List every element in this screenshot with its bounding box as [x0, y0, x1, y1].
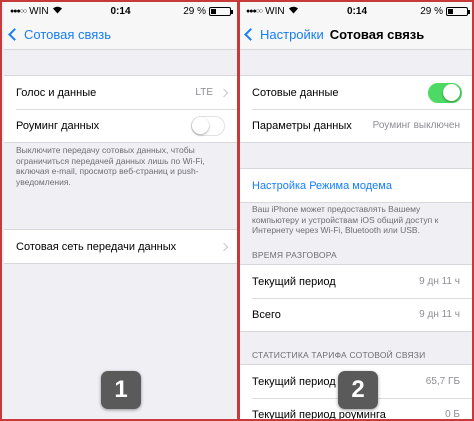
chevron-left-icon	[244, 28, 257, 41]
hotspot-group: Настройка Режима модема	[240, 168, 472, 203]
network-group: Сотовая сеть передачи данных	[4, 229, 237, 264]
wifi-icon	[288, 5, 299, 17]
cellular-network-row[interactable]: Сотовая сеть передачи данных	[4, 230, 237, 263]
nav-bar: Настройки Сотовая связь	[240, 20, 472, 50]
carrier-name: WIN	[265, 5, 285, 17]
page-title: Сотовая связь	[329, 27, 425, 42]
call-time-group: Текущий период 9 дн 11 ч Всего 9 дн 11 ч	[240, 264, 472, 332]
roaming-footnote: Выключите передачу сотовых данных, чтобы…	[16, 145, 205, 187]
carrier-name: WIN	[29, 5, 49, 17]
wifi-icon	[52, 5, 63, 17]
chevron-right-icon	[219, 88, 229, 97]
screen-2: ●●●○○ WIN 0:14 29 % Настройки Сотовая св…	[240, 2, 472, 421]
call-total-row: Всего 9 дн 11 ч	[240, 298, 472, 331]
hotspot-link: Настройка Режима модема	[252, 179, 392, 192]
row-value: 9 дн 11 ч	[419, 276, 460, 287]
hotspot-note: Ваш iPhone может предоставлять Вашему ко…	[252, 204, 439, 235]
status-bar: ●●●○○ WIN 0:14 29 %	[4, 2, 237, 20]
settings-group: Голос и данные LTE Роуминг данных	[4, 75, 237, 143]
screen-1: ●●●○○ WIN 0:14 29 % Сотовая связь Голос …	[4, 2, 237, 419]
back-button[interactable]: Настройки	[240, 27, 324, 42]
battery-percent: 29 %	[183, 5, 206, 17]
chevron-right-icon	[219, 242, 229, 251]
data-options-row[interactable]: Параметры данных Роуминг выключен	[240, 109, 472, 142]
row-value: Роуминг выключен	[372, 120, 460, 131]
data-roaming-row: Роуминг данных	[4, 109, 237, 142]
data-roaming-toggle[interactable]	[191, 115, 225, 136]
stats-header: СТАТИСТИКА ТАРИФА СОТОВОЙ СВЯЗИ	[252, 350, 426, 360]
battery-icon	[446, 6, 470, 16]
status-bar: ●●●○○ WIN 0:14 29 %	[240, 2, 472, 20]
row-value: 0 Б	[445, 409, 460, 420]
toggle-knob	[192, 116, 209, 134]
status-time: 0:14	[110, 5, 131, 17]
signal-icon: ●●●○○	[10, 7, 27, 15]
row-label: Параметры данных	[252, 119, 352, 132]
row-label: Всего	[252, 308, 281, 321]
step-badge: 2	[338, 371, 378, 409]
call-time-header: ВРЕМЯ РАЗГОВОРА	[252, 250, 337, 260]
hotspot-setup-row[interactable]: Настройка Режима модема	[240, 169, 472, 202]
back-label: Сотовая связь	[24, 27, 112, 42]
call-current-row: Текущий период 9 дн 11 ч	[240, 265, 472, 298]
status-time: 0:14	[346, 5, 368, 17]
voice-data-row[interactable]: Голос и данные LTE	[4, 76, 237, 109]
step-badge: 1	[101, 371, 141, 409]
row-label: Сотовые данные	[252, 86, 339, 99]
cellular-data-row: Сотовые данные	[240, 76, 472, 109]
cellular-data-toggle[interactable]	[428, 82, 462, 103]
row-value: 9 дн 11 ч	[419, 309, 460, 320]
row-label: Текущий период роуминга	[252, 408, 386, 421]
chevron-left-icon	[8, 28, 21, 41]
back-button[interactable]: Сотовая связь	[4, 27, 111, 42]
cellular-data-group: Сотовые данные Параметры данных Роуминг …	[240, 75, 472, 143]
battery-icon	[209, 6, 233, 16]
toggle-knob	[443, 83, 460, 101]
row-label: Текущий период	[252, 275, 336, 288]
battery-percent: 29 %	[420, 5, 443, 17]
row-value: 65,7 ГБ	[425, 376, 460, 387]
back-label: Настройки	[260, 27, 324, 42]
row-label: Текущий период	[252, 375, 336, 388]
row-label: Роуминг данных	[16, 119, 100, 132]
signal-icon: ●●●○○	[246, 7, 263, 15]
row-value: LTE	[195, 87, 213, 98]
nav-bar: Сотовая связь	[4, 20, 237, 50]
screenshot-frame: ●●●○○ WIN 0:14 29 % Сотовая связь Голос …	[0, 0, 474, 421]
row-label: Голос и данные	[16, 86, 97, 99]
row-label: Сотовая сеть передачи данных	[16, 240, 177, 253]
